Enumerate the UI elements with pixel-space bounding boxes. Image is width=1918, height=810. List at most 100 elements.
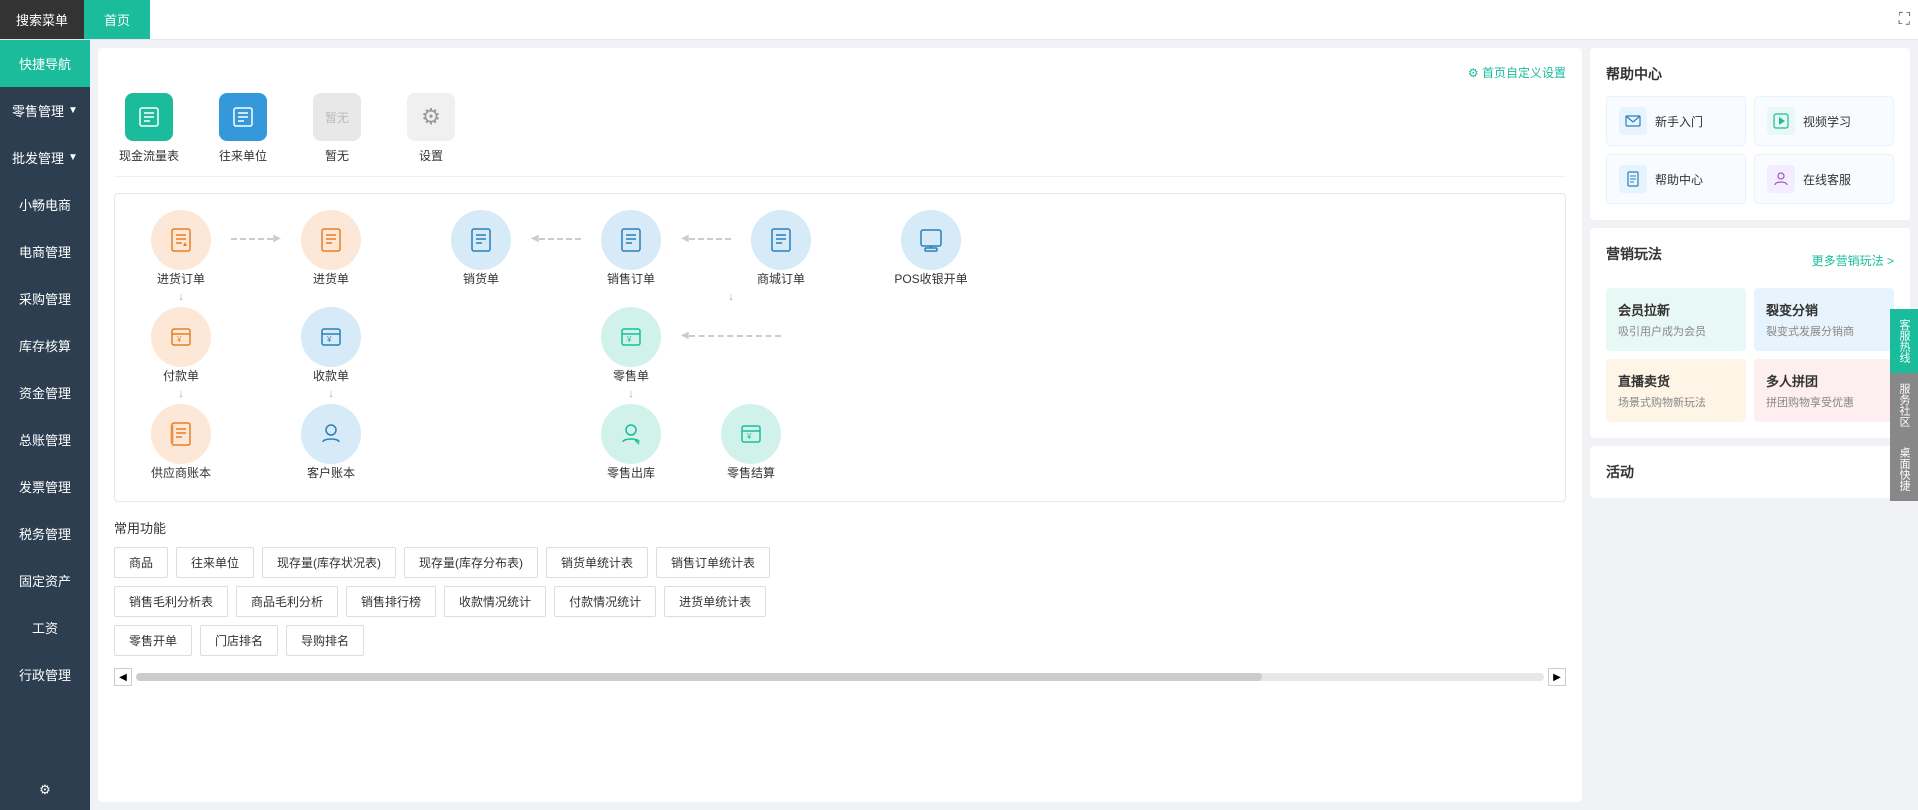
func-btn-inventory-status[interactable]: 现存量(库存状况表) bbox=[262, 547, 396, 578]
help-item-helpcenter[interactable]: 帮助中心 bbox=[1606, 154, 1746, 204]
float-btn-service[interactable]: 客服热线 bbox=[1890, 309, 1918, 373]
marketing-item-fission[interactable]: 裂变分销 裂变式发展分销商 bbox=[1754, 288, 1894, 351]
sidebar-item-wholesale[interactable]: 批发管理 ▼ bbox=[0, 134, 90, 181]
arrow-1: ▶ bbox=[231, 233, 281, 244]
sidebar-item-retail[interactable]: 零售管理 ▼ bbox=[0, 87, 90, 134]
func-btn-sales-order-stat[interactable]: 销售订单统计表 bbox=[656, 547, 770, 578]
tab-home[interactable]: 首页 bbox=[84, 0, 150, 39]
retail-settle-label: 零售结算 bbox=[727, 464, 775, 481]
common-functions-title: 常用功能 bbox=[114, 518, 1566, 537]
sidebar-item-label: 电商管理 bbox=[19, 242, 71, 261]
sidebar-item-label: 资金管理 bbox=[19, 383, 71, 402]
scroll-thumb bbox=[136, 673, 1262, 681]
sidebar-item-label: 行政管理 bbox=[19, 665, 71, 684]
flow-node-sales-order[interactable]: 销售订单 bbox=[581, 210, 681, 287]
purchase-icon bbox=[301, 210, 361, 270]
quick-icon-settings[interactable]: ⚙ 设置 bbox=[396, 93, 466, 164]
help-item-beginner[interactable]: 新手入门 bbox=[1606, 96, 1746, 146]
marketing-live-title: 直播卖货 bbox=[1618, 371, 1734, 390]
flow-node-retail-out[interactable]: 零售出库 bbox=[581, 404, 681, 481]
flow-node-purchase-order[interactable]: 进货订单 bbox=[131, 210, 231, 287]
v-arrow-5: ↓ bbox=[681, 291, 781, 303]
flow-node-supplier-book[interactable]: 供应商账本 bbox=[131, 404, 231, 481]
sidebar-item-admin[interactable]: 行政管理 bbox=[0, 651, 90, 698]
func-btn-receipt-stat[interactable]: 收款情况统计 bbox=[444, 586, 546, 617]
marketing-more-link[interactable]: 更多营销玩法 > bbox=[1812, 252, 1894, 269]
sidebar-settings-button[interactable]: ⚙ bbox=[0, 770, 90, 810]
settings-label: 设置 bbox=[419, 147, 443, 164]
sidebar-item-assets[interactable]: 固定资产 bbox=[0, 557, 90, 604]
func-btn-partners[interactable]: 往来单位 bbox=[176, 547, 254, 578]
help-item-video[interactable]: 视频学习 bbox=[1754, 96, 1894, 146]
quick-icon-none[interactable]: 暂无 暂无 bbox=[302, 93, 372, 164]
sales-order-label: 销售订单 bbox=[607, 270, 655, 287]
sidebar-item-label: 税务管理 bbox=[19, 524, 71, 543]
pos-icon bbox=[901, 210, 961, 270]
sidebar-item-invoice[interactable]: 发票管理 bbox=[0, 463, 90, 510]
sidebar-item-ledger[interactable]: 总账管理 bbox=[0, 416, 90, 463]
sidebar-item-payroll[interactable]: 工资 bbox=[0, 604, 90, 651]
func-btn-purchase-stat[interactable]: 进货单统计表 bbox=[664, 586, 766, 617]
floating-buttons: 客服热线 服务社区 桌面快捷 bbox=[1890, 309, 1918, 501]
sidebar-item-ecommerce-mgmt[interactable]: 电商管理 bbox=[0, 228, 90, 275]
quick-icon-cashflow[interactable]: 现金流量表 bbox=[114, 93, 184, 164]
activity-title: 活动 bbox=[1606, 462, 1894, 482]
marketing-group-desc: 拼团购物享受优惠 bbox=[1766, 394, 1882, 410]
flow-node-sales[interactable]: 销货单 bbox=[431, 210, 531, 287]
flow-node-retail[interactable]: ¥ 零售单 bbox=[581, 307, 681, 384]
func-btn-sales-stat[interactable]: 销货单统计表 bbox=[546, 547, 648, 578]
customize-link[interactable]: ⚙ 首页自定义设置 bbox=[114, 64, 1566, 81]
top-bar: 搜索菜单 首页 ⛶ bbox=[0, 0, 1918, 40]
float-btn-desktop[interactable]: 桌面快捷 bbox=[1890, 437, 1918, 501]
sidebar-item-label: 发票管理 bbox=[19, 477, 71, 496]
v-arrow-2 bbox=[231, 291, 331, 303]
scroll-right-button[interactable]: ▶ bbox=[1548, 668, 1566, 686]
func-btn-product[interactable]: 商品 bbox=[114, 547, 168, 578]
quick-icon-partners[interactable]: 往来单位 bbox=[208, 93, 278, 164]
help-center-title: 帮助中心 bbox=[1606, 64, 1894, 84]
none-icon: 暂无 bbox=[313, 93, 361, 141]
search-menu-button[interactable]: 搜索菜单 bbox=[0, 0, 84, 39]
float-btn-community[interactable]: 服务社区 bbox=[1890, 373, 1918, 437]
svg-text:¥: ¥ bbox=[746, 432, 752, 441]
sidebar-item-finance[interactable]: 资金管理 bbox=[0, 369, 90, 416]
sidebar-item-tax[interactable]: 税务管理 bbox=[0, 510, 90, 557]
func-btn-inventory-dist[interactable]: 现存量(库存分布表) bbox=[404, 547, 538, 578]
v-arrow-pay: ↓ bbox=[131, 388, 231, 400]
flow-node-mall-order[interactable]: 商城订单 bbox=[731, 210, 831, 287]
marketing-item-live[interactable]: 直播卖货 场景式购物新玩法 bbox=[1606, 359, 1746, 422]
flow-node-purchase[interactable]: 进货单 bbox=[281, 210, 381, 287]
scroll-track[interactable] bbox=[136, 673, 1544, 681]
func-btn-product-margin[interactable]: 商品毛利分析 bbox=[236, 586, 338, 617]
func-btn-payment-stat[interactable]: 付款情况统计 bbox=[554, 586, 656, 617]
flow-node-pos[interactable]: POS收银开单 bbox=[881, 210, 981, 287]
sidebar-item-inventory[interactable]: 库存核算 bbox=[0, 322, 90, 369]
func-btn-sales-rank[interactable]: 销售排行榜 bbox=[346, 586, 436, 617]
document-icon bbox=[1619, 165, 1647, 193]
marketing-item-member[interactable]: 会员拉新 吸引用户成为会员 bbox=[1606, 288, 1746, 351]
flow-node-payment[interactable]: ¥ 付款单 bbox=[131, 307, 231, 384]
help-service-label: 在线客服 bbox=[1803, 171, 1851, 188]
help-item-service[interactable]: 在线客服 bbox=[1754, 154, 1894, 204]
sidebar-item-quicknav[interactable]: 快捷导航 bbox=[0, 40, 90, 87]
flow-node-receipt[interactable]: ¥ 收款单 bbox=[281, 307, 381, 384]
flow-node-customer-book[interactable]: 客户账本 bbox=[281, 404, 381, 481]
chevron-down-icon: ▼ bbox=[68, 152, 78, 163]
flow-node-retail-settle[interactable]: ¥ 零售结算 bbox=[701, 404, 801, 481]
marketing-member-desc: 吸引用户成为会员 bbox=[1618, 323, 1734, 339]
func-btn-guide-rank[interactable]: 导购排名 bbox=[286, 625, 364, 656]
func-btn-retail-order[interactable]: 零售开单 bbox=[114, 625, 192, 656]
receipt-label: 收款单 bbox=[313, 367, 349, 384]
marketing-item-group[interactable]: 多人拼团 拼团购物享受优惠 bbox=[1754, 359, 1894, 422]
sidebar-item-ecommerce-small[interactable]: 小畅电商 bbox=[0, 181, 90, 228]
marketing-title: 营销玩法 bbox=[1606, 244, 1662, 264]
func-btn-store-rank[interactable]: 门店排名 bbox=[200, 625, 278, 656]
scroll-left-button[interactable]: ◀ bbox=[114, 668, 132, 686]
pos-label: POS收银开单 bbox=[894, 270, 967, 287]
func-btn-sales-margin[interactable]: 销售毛利分析表 bbox=[114, 586, 228, 617]
fullscreen-button[interactable]: ⛶ bbox=[1899, 11, 1910, 29]
sidebar-item-purchase[interactable]: 采购管理 bbox=[0, 275, 90, 322]
sidebar-item-label: 小畅电商 bbox=[19, 195, 71, 214]
sidebar-item-label: 批发管理 bbox=[12, 148, 64, 167]
marketing-header: 营销玩法 更多营销玩法 > bbox=[1606, 244, 1894, 276]
